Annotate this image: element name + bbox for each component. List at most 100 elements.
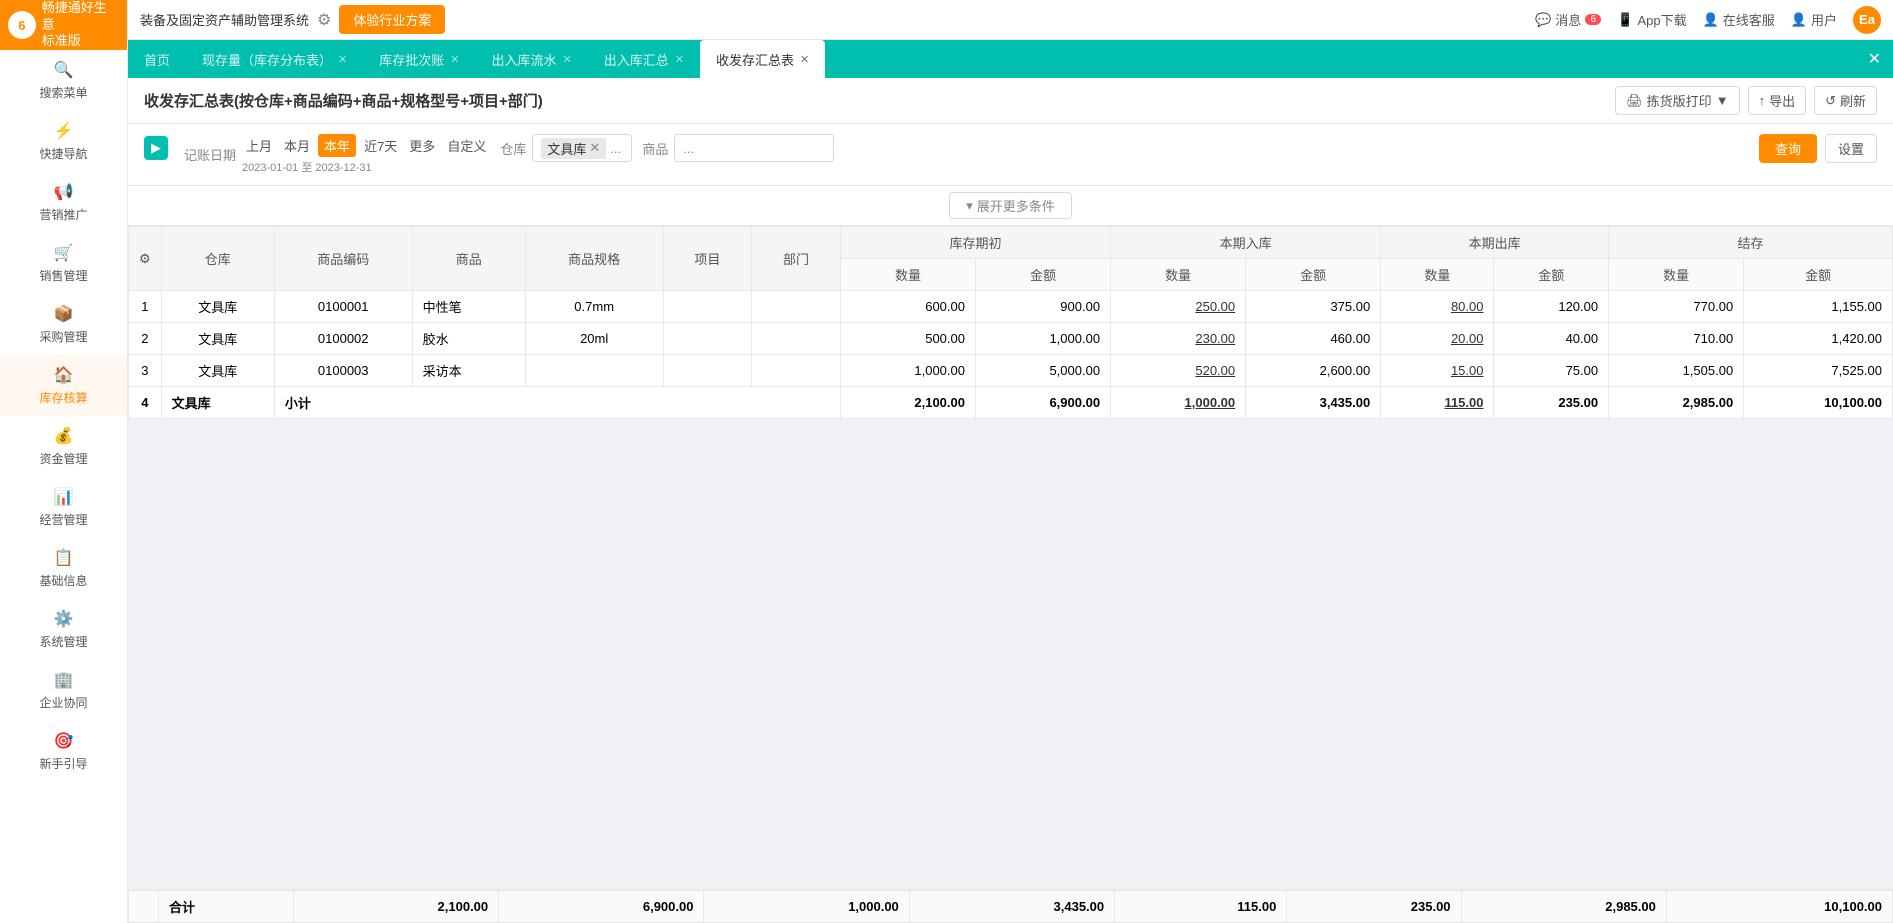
sidebar-item-enterprise[interactable]: 🏢 企业协同 — [0, 660, 127, 721]
sidebar-item-operations[interactable]: 📊 经营管理 — [0, 477, 127, 538]
close-window-btn[interactable]: ✕ — [1856, 49, 1893, 69]
sidebar-item-label-finance: 资金管理 — [39, 450, 87, 467]
row-goods-spec — [525, 355, 663, 387]
settings-link-btn[interactable]: 设置 — [1825, 134, 1877, 163]
row-in-qty-link[interactable]: 230.00 — [1195, 331, 1235, 346]
row-no: 1 — [129, 291, 162, 323]
app-download-item[interactable]: 📱 App下载 — [1617, 10, 1686, 29]
subtotal-out-qty-link[interactable]: 115.00 — [1444, 395, 1483, 410]
sidebar-item-system[interactable]: ⚙️ 系统管理 — [0, 599, 127, 660]
row-out-qty-link[interactable]: 15.00 — [1451, 363, 1484, 378]
nav-tab-receive-summary[interactable]: 收发存汇总表✕ — [700, 40, 825, 78]
online-service-item[interactable]: 👤 在线客服 — [1703, 10, 1775, 29]
row-close-qty: 770.00 — [1609, 291, 1744, 323]
subtotal-in-qty: 1,000.00 — [1111, 387, 1246, 419]
warehouse-tag-item: 文具库 ✕ — [541, 138, 606, 159]
row-in-qty-link[interactable]: 520.00 — [1195, 363, 1235, 378]
sidebar-item-inventory[interactable]: 🏠 库存核算 — [0, 355, 127, 416]
row-goods-code: 0100002 — [274, 323, 412, 355]
row-out-qty[interactable]: 80.00 — [1381, 291, 1494, 323]
row-in-qty[interactable]: 230.00 — [1111, 323, 1246, 355]
col-open-amt-header: 金额 — [975, 259, 1110, 291]
date-opt-custom[interactable]: 自定义 — [443, 134, 490, 157]
row-out-qty-link[interactable]: 20.00 — [1451, 331, 1484, 346]
nav-tab-close-inout-flow[interactable]: ✕ — [563, 53, 572, 66]
search-icon: 🔍 — [54, 60, 74, 80]
settings-icon[interactable]: ⚙ — [317, 10, 331, 30]
expand-conditions-btn[interactable]: ▾ 展开更多条件 — [949, 192, 1072, 219]
row-in-qty[interactable]: 250.00 — [1111, 291, 1246, 323]
date-opt-this-year[interactable]: 本年 — [318, 134, 356, 157]
page-title: 收发存汇总表(按仓库+商品编码+商品+规格型号+项目+部门) — [144, 90, 543, 111]
nav-tab-close-inout-summary[interactable]: ✕ — [675, 53, 684, 66]
query-btn[interactable]: 查询 — [1759, 134, 1817, 163]
nav-tab-label-home: 首页 — [144, 50, 170, 69]
page-top-bar: 收发存汇总表(按仓库+商品编码+商品+规格型号+项目+部门) 🖨 拣货版打印 ▼… — [128, 78, 1893, 124]
nav-tab-stock-dist[interactable]: 现存量（库存分布表）✕ — [186, 40, 363, 78]
sidebar-item-finance[interactable]: 💰 资金管理 — [0, 416, 127, 477]
goods-input[interactable]: ... — [674, 134, 834, 162]
message-icon: 💬 — [1535, 12, 1551, 28]
row-goods-name: 中性笔 — [412, 291, 525, 323]
date-filter: 上月 本月 本年 近7天 更多 自定义 2023-01-01 至 2023-12… — [242, 134, 490, 175]
sidebar-item-guide[interactable]: 🎯 新手引导 — [0, 721, 127, 782]
nav-tab-inout-flow[interactable]: 出入库流水✕ — [475, 40, 587, 78]
table-row: 2 文具库 0100002 胶水 20ml 500.00 1,000.00 23… — [129, 323, 1893, 355]
nav-tab-home[interactable]: 首页 — [128, 40, 186, 78]
nav-tab-close-stock-dist[interactable]: ✕ — [338, 53, 347, 66]
nav-tab-inout-summary[interactable]: 出入库汇总✕ — [588, 40, 700, 78]
row-close-amt: 7,525.00 — [1744, 355, 1893, 387]
warehouse-tag-close[interactable]: ✕ — [589, 140, 600, 156]
nav-tab-label-batch: 库存批次账 — [379, 50, 444, 69]
row-in-qty[interactable]: 520.00 — [1111, 355, 1246, 387]
row-project — [663, 355, 752, 387]
system-icon: ⚙️ — [54, 609, 74, 629]
row-goods-name: 胶水 — [412, 323, 525, 355]
template-print-btn[interactable]: 🖨 拣货版打印 ▼ — [1615, 86, 1739, 115]
topbar: 装备及固定资产辅助管理系统 ⚙ 体验行业方案 💬 消息 6 📱 App下载 👤 … — [128, 0, 1893, 40]
date-opt-7days[interactable]: 近7天 — [360, 134, 401, 157]
refresh-btn[interactable]: ↺ 刷新 — [1814, 86, 1877, 115]
warehouse-input[interactable]: 文具库 ✕ ... — [532, 134, 632, 162]
row-out-qty[interactable]: 15.00 — [1381, 355, 1494, 387]
row-out-qty-link[interactable]: 80.00 — [1451, 299, 1484, 314]
col-out-header: 本期出库 — [1381, 227, 1609, 259]
row-department — [752, 291, 841, 323]
experience-btn[interactable]: 体验行业方案 — [339, 5, 445, 34]
message-item[interactable]: 💬 消息 6 — [1535, 10, 1601, 29]
row-goods-code: 0100001 — [274, 291, 412, 323]
col-goods-name-header: 商品 — [412, 227, 525, 291]
nav-tab-close-batch[interactable]: ✕ — [450, 53, 459, 66]
export-btn[interactable]: ↑ 导出 — [1748, 86, 1807, 115]
sidebar-item-base-info[interactable]: 📋 基础信息 — [0, 538, 127, 599]
sidebar-item-search[interactable]: 🔍 搜索菜单 — [0, 50, 127, 111]
warehouse-ellipsis[interactable]: ... — [610, 141, 621, 156]
row-in-qty-link[interactable]: 250.00 — [1195, 299, 1235, 314]
col-closing-header: 结存 — [1609, 227, 1893, 259]
collapse-btn[interactable]: ▶ — [144, 136, 168, 160]
sidebar-item-marketing[interactable]: 📢 营销推广 — [0, 172, 127, 233]
sidebar-item-label-search: 搜索菜单 — [39, 84, 87, 101]
sidebar-item-purchase[interactable]: 📦 采购管理 — [0, 294, 127, 355]
total-close-amt: 10,100.00 — [1666, 891, 1892, 923]
nav-tab-close-receive-summary[interactable]: ✕ — [800, 53, 809, 66]
nav-tab-batch[interactable]: 库存批次账 ✕ — [363, 40, 475, 78]
col-settings-header[interactable]: ⚙ — [129, 227, 162, 291]
table-wrapper: ⚙ 仓库 商品编码 商品 商品规格 项目 部门 库存期初 本期入库 本期出库 结… — [128, 226, 1893, 889]
date-opt-this-month[interactable]: 本月 — [280, 134, 314, 157]
warehouse-label: 仓库 — [500, 139, 526, 158]
row-goods-name: 采访本 — [412, 355, 525, 387]
subtotal-in-qty-link[interactable]: 1,000.00 — [1185, 395, 1236, 410]
row-out-qty[interactable]: 20.00 — [1381, 323, 1494, 355]
total-out-amt: 235.00 — [1287, 891, 1461, 923]
date-opt-more[interactable]: 更多 — [405, 134, 439, 157]
goods-ellipsis[interactable]: ... — [683, 141, 694, 156]
col-in-header: 本期入库 — [1111, 227, 1381, 259]
filter-row: ▶ 记账日期 上月 本月 本年 近7天 更多 自定义 2023-01-01 至 … — [128, 124, 1893, 186]
col-out-qty-header: 数量 — [1381, 259, 1494, 291]
sidebar-item-sales[interactable]: 🛒 销售管理 — [0, 233, 127, 294]
sidebar-item-quick-nav[interactable]: ⚡ 快捷导航 — [0, 111, 127, 172]
message-badge: 6 — [1585, 14, 1601, 25]
user-item[interactable]: 👤 用户 — [1791, 10, 1837, 29]
date-opt-last-month[interactable]: 上月 — [242, 134, 276, 157]
